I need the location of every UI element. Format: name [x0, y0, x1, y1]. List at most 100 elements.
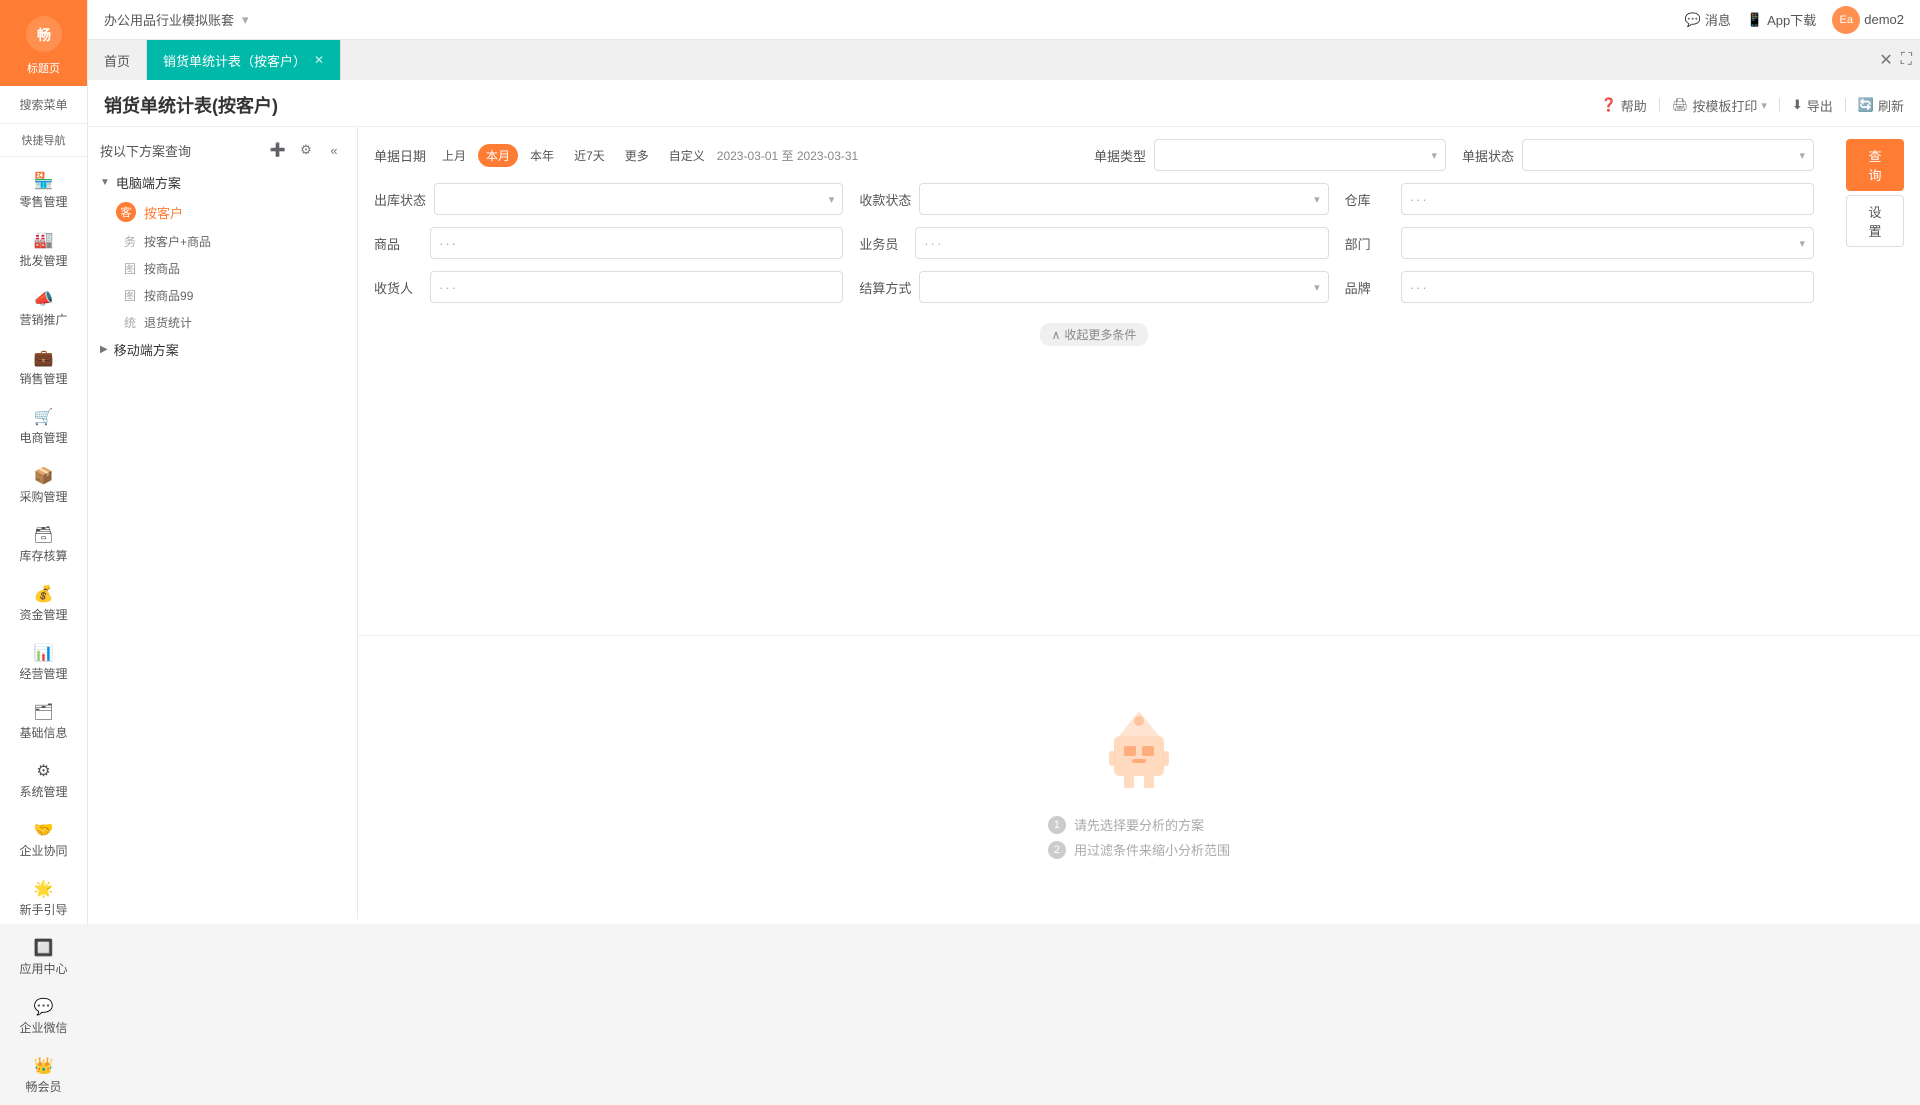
- date-range-display: 2023-03-01 至 2023-03-31: [717, 147, 858, 164]
- divider3: [1845, 98, 1846, 112]
- status-label: 单据状态: [1462, 146, 1514, 165]
- date-shortcut-custom[interactable]: 自定义: [661, 144, 713, 167]
- sidebar-item-purchase[interactable]: 📦 采购管理: [0, 456, 87, 515]
- page-content: 销货单统计表(按客户) ❓ 帮助 🖨 按模板打印 ▾ ⬇: [88, 80, 1920, 924]
- status-chevron-icon: ▾: [1799, 149, 1805, 162]
- sidebar-item-basic[interactable]: 🗂 基础信息: [0, 692, 87, 751]
- system-label: 系统管理: [0, 783, 87, 800]
- type-select[interactable]: ▾: [1154, 139, 1446, 171]
- scheme-settings-button[interactable]: ⚙: [295, 139, 317, 161]
- warehouse-select[interactable]: ···: [1401, 183, 1814, 215]
- scheme-collapse-button[interactable]: «: [323, 139, 345, 161]
- filter-row-1: 单据日期 上月 本月 本年 近7天 更多 自定义 2023-03-01 至 20…: [374, 139, 1814, 171]
- sidebar-item-appcenter[interactable]: 🔲 应用中心: [0, 928, 87, 987]
- wechat-label: 企业微信: [0, 1019, 87, 1036]
- marketing-label: 营销推广: [0, 311, 87, 328]
- sidebar-item-wechat[interactable]: 💬 企业微信: [0, 987, 87, 1046]
- goods-select[interactable]: ···: [430, 227, 843, 259]
- tab-close-all-button[interactable]: ✕: [1879, 50, 1892, 70]
- sidebar-item-newguide[interactable]: 🌟 新手引导: [0, 869, 87, 928]
- scheme-item-customer-goods[interactable]: 务 按客户+商品: [88, 228, 357, 255]
- settle-select[interactable]: ▾: [919, 271, 1328, 303]
- enterprise-label: 企业协同: [0, 842, 87, 859]
- logo[interactable]: 畅 标题页: [0, 0, 87, 86]
- scheme-item-by-goods99[interactable]: 图 按商品99: [88, 282, 357, 309]
- scheme-item-by-goods[interactable]: 图 按商品: [88, 255, 357, 282]
- brand-select[interactable]: ···: [1401, 271, 1814, 303]
- warehouse-label: 仓库: [1345, 190, 1393, 209]
- goods-dots: ···: [439, 236, 458, 251]
- search-menu[interactable]: 搜索菜单: [0, 86, 87, 124]
- sidebar-item-enterprise[interactable]: 🤝 企业协同: [0, 810, 87, 869]
- set-button[interactable]: 设置: [1846, 195, 1904, 247]
- tip-text-1: 请先选择要分析的方案: [1074, 815, 1204, 834]
- tab-fullscreen-button[interactable]: ⛶: [1901, 51, 1912, 69]
- warehouse-dots: ···: [1410, 192, 1429, 207]
- sidebar-item-finance[interactable]: 💰 资金管理: [0, 574, 87, 633]
- sidebar-item-sales[interactable]: 💼 销售管理: [0, 338, 87, 397]
- recv-select[interactable]: ▾: [919, 183, 1328, 215]
- sidebar-item-wholesale[interactable]: 🏭 批发管理: [0, 220, 87, 279]
- avatar-text: Ea: [1840, 14, 1853, 26]
- type-label: 单据类型: [1094, 146, 1146, 165]
- marketing-icon: 📣: [0, 289, 87, 309]
- scheme-add-button[interactable]: ➕: [267, 139, 289, 161]
- date-shortcut-7days[interactable]: 近7天: [566, 144, 613, 167]
- message-button[interactable]: 💬 消息: [1685, 10, 1731, 29]
- quick-nav[interactable]: 快捷导航: [0, 124, 87, 157]
- tab-sales-stat[interactable]: 销货单统计表（按客户） ✕: [147, 40, 341, 80]
- header-dropdown-icon[interactable]: ▾: [242, 12, 249, 28]
- page-header: 销货单统计表(按客户) ❓ 帮助 🖨 按模板打印 ▾ ⬇: [88, 80, 1920, 127]
- scheme-item-return-stat[interactable]: 统 退货统计: [88, 309, 357, 336]
- sidebar-item-inventory[interactable]: 🗃 库存核算: [0, 515, 87, 574]
- print-button[interactable]: 🖨 按模板打印 ▾: [1672, 96, 1767, 115]
- ecommerce-icon: 🛒: [0, 407, 87, 427]
- receiver-select[interactable]: ···: [430, 271, 843, 303]
- brand-dots: ···: [1410, 280, 1429, 295]
- finance-label: 资金管理: [0, 606, 87, 623]
- scheme-group-mobile-header[interactable]: ▶ 移动端方案: [88, 336, 357, 363]
- wechat-icon: 💬: [0, 997, 87, 1017]
- user-profile[interactable]: Ea demo2: [1832, 6, 1904, 34]
- sidebar-item-operations[interactable]: 📊 经营管理: [0, 633, 87, 692]
- sidebar-item-ecommerce[interactable]: 🛒 电商管理: [0, 397, 87, 456]
- by-customer-label: 按客户: [144, 203, 183, 222]
- collapse-button[interactable]: ∧ 收起更多条件: [1040, 323, 1149, 346]
- sidebar-item-retail[interactable]: 🏪 零售管理: [0, 161, 87, 220]
- tab-home[interactable]: 首页: [88, 40, 147, 80]
- scheme-item-by-customer[interactable]: 客 按客户: [88, 196, 357, 228]
- out-select[interactable]: ▾: [434, 183, 843, 215]
- dept-select[interactable]: ▾: [1401, 227, 1814, 259]
- sidebar-item-vip[interactable]: 👑 畅会员: [0, 1046, 87, 1105]
- purchase-label: 采购管理: [0, 488, 87, 505]
- customer-goods-sub-icon: 务: [124, 233, 136, 250]
- refresh-button[interactable]: 🔄 刷新: [1858, 96, 1904, 115]
- page-inner: 销货单统计表(按客户) ❓ 帮助 🖨 按模板打印 ▾ ⬇: [88, 80, 1920, 924]
- filter-dept-item: 部门 ▾: [1345, 227, 1814, 259]
- collapse-label: 收起更多条件: [1064, 326, 1136, 343]
- mobile-group-label: 移动端方案: [114, 340, 179, 359]
- staff-select[interactable]: ···: [915, 227, 1328, 259]
- scheme-group-pc-header[interactable]: ▼ 电脑端方案: [88, 169, 357, 196]
- dept-label: 部门: [1345, 234, 1393, 253]
- sidebar-item-marketing[interactable]: 📣 营销推广: [0, 279, 87, 338]
- filter-row-3: 商品 ··· 业务员 ···: [374, 227, 1814, 259]
- query-button[interactable]: 查询: [1846, 139, 1904, 191]
- avatar: Ea: [1832, 6, 1860, 34]
- sidebar-item-system[interactable]: ⚙ 系统管理: [0, 751, 87, 810]
- app-download-button[interactable]: 📱 App下载: [1747, 10, 1816, 29]
- tab-close-button[interactable]: ✕: [314, 53, 324, 67]
- date-shortcut-lastmonth[interactable]: 上月: [434, 144, 474, 167]
- status-select[interactable]: ▾: [1522, 139, 1814, 171]
- filter-recv-item: 收款状态 ▾: [859, 183, 1328, 215]
- help-button[interactable]: ❓ 帮助: [1601, 96, 1647, 115]
- export-button[interactable]: ⬇ 导出: [1792, 96, 1833, 115]
- by-goods-label: 按商品: [144, 260, 180, 277]
- date-shortcut-thisyear[interactable]: 本年: [522, 144, 562, 167]
- purchase-icon: 📦: [0, 466, 87, 486]
- out-chevron-icon: ▾: [829, 193, 835, 206]
- date-shortcut-thismonth[interactable]: 本月: [478, 144, 518, 167]
- pc-group-arrow: ▼: [100, 177, 110, 188]
- filter-status-item: 单据状态 ▾: [1462, 139, 1814, 171]
- date-shortcut-more[interactable]: 更多: [617, 144, 657, 167]
